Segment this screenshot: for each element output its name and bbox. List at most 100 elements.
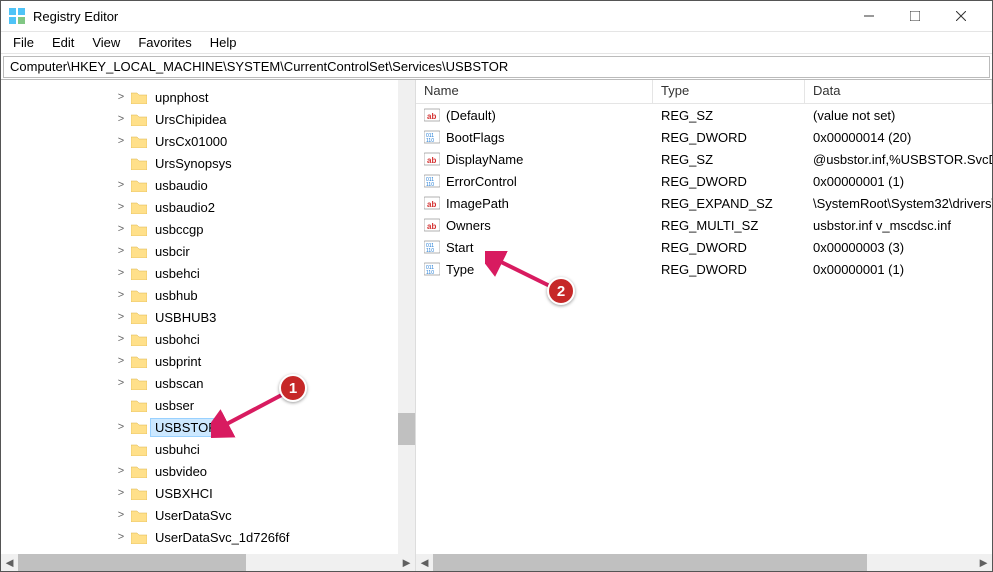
chevron-right-icon[interactable]: > <box>115 223 127 235</box>
tree-item-usbaudio2[interactable]: >usbaudio2 <box>1 196 415 218</box>
chevron-right-icon[interactable]: > <box>115 465 127 477</box>
addressbar <box>1 54 992 80</box>
list-row[interactable]: (Default)REG_SZ(value not set) <box>416 104 992 126</box>
value-data: 0x00000003 (3) <box>805 240 992 255</box>
chevron-right-icon[interactable]: > <box>115 355 127 367</box>
chevron-right-icon[interactable]: > <box>115 289 127 301</box>
chevron-right-icon[interactable]: > <box>115 267 127 279</box>
tree-item-usbccgp[interactable]: >usbccgp <box>1 218 415 240</box>
list-row[interactable]: DisplayNameREG_SZ@usbstor.inf,%USBSTOR.S… <box>416 148 992 170</box>
window-controls <box>846 1 984 32</box>
scroll-left-icon[interactable]: ◄ <box>1 554 18 571</box>
tree-item-label: usbehci <box>151 265 204 282</box>
address-input[interactable] <box>3 56 990 78</box>
tree-item-label: usbohci <box>151 331 204 348</box>
tree-item-label: USBHUB3 <box>151 309 220 326</box>
tree-item-usbuhci[interactable]: >usbuhci <box>1 438 415 460</box>
list-row[interactable]: ImagePathREG_EXPAND_SZ\SystemRoot\System… <box>416 192 992 214</box>
reg-binary-icon <box>424 129 440 145</box>
tree-item-usbser[interactable]: >usbser <box>1 394 415 416</box>
tree-item-usbhub[interactable]: > usbhub <box>1 284 415 306</box>
menu-file[interactable]: File <box>5 33 42 52</box>
tree-item-label: usbaudio <box>151 177 212 194</box>
tree-item-upnphost[interactable]: >upnphost <box>1 86 415 108</box>
chevron-right-icon[interactable]: > <box>115 245 127 257</box>
tree-item-usbxhci[interactable]: >USBXHCI <box>1 482 415 504</box>
chevron-right-icon[interactable]: > <box>115 91 127 103</box>
folder-icon <box>131 223 147 236</box>
value-data: \SystemRoot\System32\drivers\USBSTOR.SYS <box>805 196 992 211</box>
tree-item-usbvideo[interactable]: >usbvideo <box>1 460 415 482</box>
column-data[interactable]: Data <box>805 80 992 103</box>
value-data: 0x00000001 (1) <box>805 262 992 277</box>
value-type: REG_DWORD <box>653 174 805 189</box>
tree-item-label: UrsChipidea <box>151 111 231 128</box>
tree-item-label: UrsSynopsys <box>151 155 236 172</box>
list-hscrollbar[interactable]: ◄ ► <box>416 554 992 571</box>
column-name[interactable]: Name <box>416 80 653 103</box>
scroll-left-icon[interactable]: ◄ <box>416 554 433 571</box>
tree-item-urschipidea[interactable]: > UrsChipidea <box>1 108 415 130</box>
tree-item-usbprint[interactable]: >usbprint <box>1 350 415 372</box>
tree-item-usbcir[interactable]: >usbcir <box>1 240 415 262</box>
folder-icon <box>131 355 147 368</box>
tree-item-urssynopsys[interactable]: >UrsSynopsys <box>1 152 415 174</box>
scroll-right-icon[interactable]: ► <box>975 554 992 571</box>
tree-item-urscx01000[interactable]: > UrsCx01000 <box>1 130 415 152</box>
tree-item-label: usbhub <box>151 287 202 304</box>
chevron-right-icon[interactable]: > <box>115 179 127 191</box>
menu-edit[interactable]: Edit <box>44 33 82 52</box>
chevron-right-icon[interactable]: > <box>115 421 127 433</box>
value-type: REG_DWORD <box>653 130 805 145</box>
folder-icon <box>131 311 147 324</box>
value-name: BootFlags <box>446 130 505 145</box>
reg-string-icon <box>424 151 440 167</box>
chevron-right-icon[interactable]: > <box>115 509 127 521</box>
chevron-right-icon[interactable]: > <box>115 377 127 389</box>
list-row[interactable]: ErrorControlREG_DWORD0x00000001 (1) <box>416 170 992 192</box>
column-type[interactable]: Type <box>653 80 805 103</box>
tree-item-usbscan[interactable]: >usbscan <box>1 372 415 394</box>
value-type: REG_DWORD <box>653 262 805 277</box>
list-row[interactable]: TypeREG_DWORD0x00000001 (1) <box>416 258 992 280</box>
tree-item-usbehci[interactable]: > usbehci <box>1 262 415 284</box>
menu-help[interactable]: Help <box>202 33 245 52</box>
tree-item-userdatasvc[interactable]: >UserDataSvc <box>1 504 415 526</box>
tree-item-userdatasvc_1d726f6f[interactable]: >UserDataSvc_1d726f6f <box>1 526 415 548</box>
reg-binary-icon <box>424 173 440 189</box>
menu-favorites[interactable]: Favorites <box>130 33 199 52</box>
tree-item-label: usbser <box>151 397 198 414</box>
tree-item-usbaudio[interactable]: > usbaudio <box>1 174 415 196</box>
tree-item-usbstor[interactable]: >USBSTOR <box>1 416 415 438</box>
list-header: Name Type Data <box>416 80 992 104</box>
chevron-right-icon[interactable]: > <box>115 311 127 323</box>
list-row[interactable]: BootFlagsREG_DWORD0x00000014 (20) <box>416 126 992 148</box>
reg-binary-icon <box>424 261 440 277</box>
tree-item-usbohci[interactable]: > usbohci <box>1 328 415 350</box>
close-button[interactable] <box>938 1 984 32</box>
tree-item-label: UrsCx01000 <box>151 133 231 150</box>
folder-icon <box>131 333 147 346</box>
value-type: REG_SZ <box>653 108 805 123</box>
value-type: REG_SZ <box>653 152 805 167</box>
chevron-right-icon[interactable]: > <box>115 135 127 147</box>
folder-icon <box>131 179 147 192</box>
chevron-right-icon[interactable]: > <box>115 113 127 125</box>
tree-hscrollbar[interactable]: ◄ ► <box>1 554 415 571</box>
chevron-right-icon[interactable]: > <box>115 333 127 345</box>
tree-vscrollbar[interactable] <box>398 80 415 554</box>
chevron-right-icon[interactable]: > <box>115 487 127 499</box>
folder-icon <box>131 201 147 214</box>
chevron-right-icon[interactable]: > <box>115 531 127 543</box>
minimize-button[interactable] <box>846 1 892 32</box>
reg-string-icon <box>424 195 440 211</box>
scroll-right-icon[interactable]: ► <box>398 554 415 571</box>
titlebar[interactable]: Registry Editor <box>1 1 992 32</box>
chevron-right-icon[interactable]: > <box>115 201 127 213</box>
list-row[interactable]: StartREG_DWORD0x00000003 (3) <box>416 236 992 258</box>
maximize-button[interactable] <box>892 1 938 32</box>
tree-item-usbhub3[interactable]: > USBHUB3 <box>1 306 415 328</box>
menu-view[interactable]: View <box>84 33 128 52</box>
value-name: ImagePath <box>446 196 509 211</box>
list-row[interactable]: OwnersREG_MULTI_SZusbstor.inf v_mscdsc.i… <box>416 214 992 236</box>
